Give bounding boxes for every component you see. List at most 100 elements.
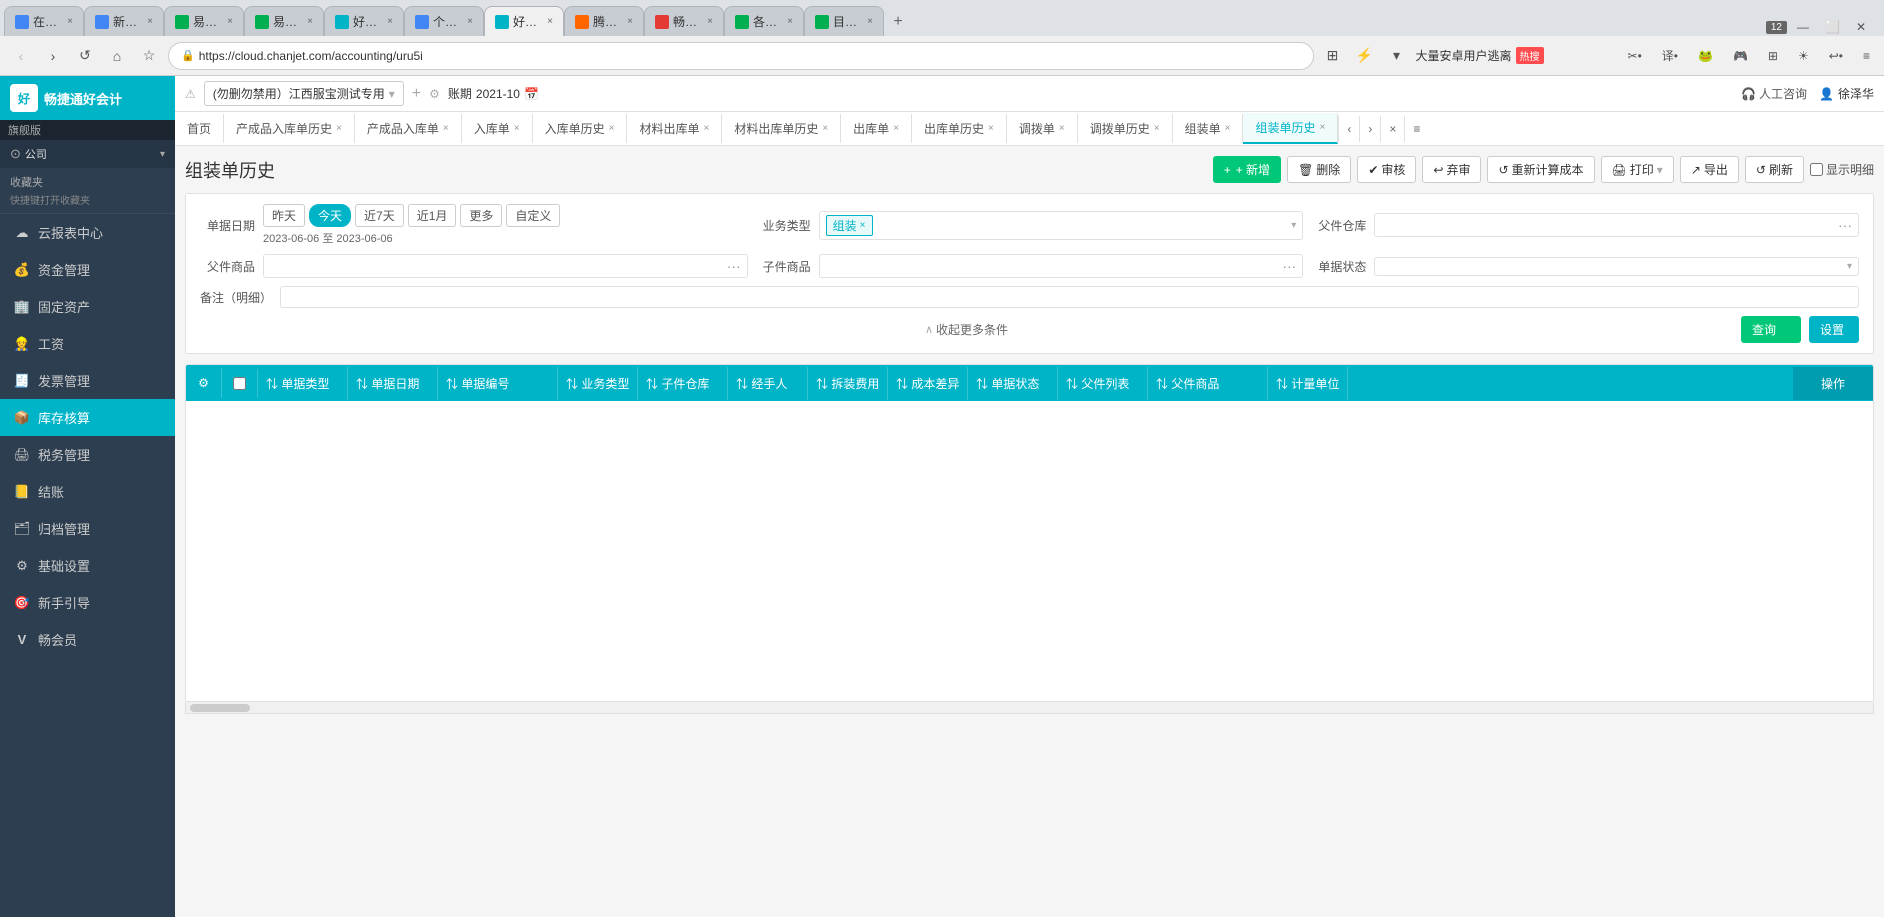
undo-icon[interactable]: ↩• xyxy=(1823,47,1849,65)
th-order-no[interactable]: ⇅ 单据编号 xyxy=(438,367,558,400)
print-button[interactable]: 🖨 打印 ▾ xyxy=(1601,156,1674,183)
parent-item-select[interactable]: ··· xyxy=(263,254,748,278)
browser-tab-5[interactable]: 好… × xyxy=(324,6,404,36)
company-selector[interactable]: ⊙ 公司 ▾ xyxy=(0,140,175,168)
grid-icon[interactable]: ⊞ xyxy=(1762,47,1784,65)
tab-out-order-history-close[interactable]: × xyxy=(988,123,994,134)
browser-tab-9[interactable]: 畅… × xyxy=(644,6,724,36)
tab-out-order-history[interactable]: 出库单历史 × xyxy=(912,114,1007,143)
th-checkbox[interactable] xyxy=(222,369,258,398)
th-biz-type[interactable]: ⇅ 业务类型 xyxy=(558,367,638,400)
lightning-button[interactable]: ⚡ xyxy=(1352,43,1378,69)
order-status-select[interactable]: ▾ xyxy=(1374,257,1859,276)
th-disassembly-fee[interactable]: ⇅ 拆装费用 xyxy=(808,367,888,400)
sidebar-item-checkout[interactable]: 📒 结账 xyxy=(0,473,175,510)
sidebar-item-archive[interactable]: 🗂 归档管理 xyxy=(0,510,175,547)
tab-close-7[interactable]: × xyxy=(547,16,553,27)
forward-button[interactable]: › xyxy=(40,43,66,69)
tab-production-in-close[interactable]: × xyxy=(443,123,449,134)
export-button[interactable]: ↗ 导出 xyxy=(1680,156,1739,183)
th-order-date[interactable]: ⇅ 单据日期 xyxy=(348,367,438,400)
browser-tab-4[interactable]: 易… × xyxy=(244,6,324,36)
horizontal-scrollbar[interactable] xyxy=(185,702,1874,714)
sidebar-item-guide[interactable]: 🎯 新手引导 xyxy=(0,584,175,621)
tab-production-in[interactable]: 产成品入库单 × xyxy=(355,114,462,143)
game-icon[interactable]: 🎮 xyxy=(1727,47,1754,65)
sidebar-item-invoice[interactable]: 🧾 发票管理 xyxy=(0,362,175,399)
date-today[interactable]: 今天 xyxy=(309,204,351,227)
parent-item-more-btn[interactable]: ··· xyxy=(727,258,741,274)
sidebar-item-payroll[interactable]: 👷 工资 xyxy=(0,325,175,362)
tab-prev-button[interactable]: ‹ xyxy=(1338,116,1359,142)
tab-home[interactable]: 首页 xyxy=(175,114,224,143)
tab-production-in-history-close[interactable]: × xyxy=(336,123,342,134)
date-more[interactable]: 更多 xyxy=(460,204,502,227)
tab-close-all-button[interactable]: × xyxy=(1380,116,1404,142)
setting-button[interactable]: 设置 xyxy=(1809,316,1859,343)
sidebar-item-tax[interactable]: 🖨 税务管理 xyxy=(0,436,175,473)
tab-close-1[interactable]: × xyxy=(67,16,73,27)
service-button[interactable]: 🎧 人工咨询 xyxy=(1741,85,1807,102)
add-company-icon[interactable]: + xyxy=(412,85,421,103)
browser-tab-11[interactable]: 目… × xyxy=(804,6,884,36)
settings-gear-icon[interactable]: ⚙ xyxy=(429,87,440,101)
th-child-warehouse[interactable]: ⇅ 子件仓库 xyxy=(638,367,728,400)
browser-tab-6[interactable]: 个… × xyxy=(404,6,484,36)
back-button[interactable]: ‹ xyxy=(8,43,34,69)
audit-button[interactable]: ✔ 审核 xyxy=(1357,156,1416,183)
biz-type-select[interactable]: 组装 × ▾ xyxy=(819,211,1304,240)
tab-transfer-history[interactable]: 调拨单历史 × xyxy=(1078,114,1173,143)
new-tab-button[interactable]: + xyxy=(884,8,912,36)
tab-close-3[interactable]: × xyxy=(227,16,233,27)
scrollbar-thumb[interactable] xyxy=(190,704,250,712)
tab-assembly-close[interactable]: × xyxy=(1225,123,1231,134)
tab-transfer[interactable]: 调拨单 × xyxy=(1007,114,1078,143)
close-window-btn[interactable]: ✕ xyxy=(1850,18,1872,36)
show-detail-input[interactable] xyxy=(1810,163,1823,176)
sidebar-item-cloud-report[interactable]: ☁ 云报表中心 xyxy=(0,214,175,251)
tab-material-out-history-close[interactable]: × xyxy=(822,123,828,134)
date-7days[interactable]: 近7天 xyxy=(355,204,404,227)
sidebar-item-finance[interactable]: 💰 资金管理 xyxy=(0,251,175,288)
tab-close-4[interactable]: × xyxy=(307,16,313,27)
query-button[interactable]: 查询 xyxy=(1741,316,1801,343)
abandon-button[interactable]: ↩ 弃审 xyxy=(1422,156,1481,183)
tab-in-order-close[interactable]: × xyxy=(514,123,520,134)
bookmark-button[interactable]: ☆ xyxy=(136,43,162,69)
calendar-icon[interactable]: 📅 xyxy=(524,87,539,101)
tab-in-order[interactable]: 入库单 × xyxy=(462,114,533,143)
tab-in-order-history[interactable]: 入库单历史 × xyxy=(533,114,628,143)
sidebar-item-settings[interactable]: ⚙ 基础设置 xyxy=(0,547,175,584)
th-parent-item[interactable]: ⇅ 父件商品 xyxy=(1148,367,1268,400)
note-input[interactable] xyxy=(280,286,1859,308)
browser-tab-7[interactable]: 好… × xyxy=(484,6,564,36)
th-handler[interactable]: ⇅ 经手人 xyxy=(728,367,808,400)
add-button[interactable]: + + 新增 xyxy=(1213,156,1281,183)
th-cost-diff[interactable]: ⇅ 成本差异 xyxy=(888,367,968,400)
parent-warehouse-more-btn[interactable]: ··· xyxy=(1838,217,1852,233)
tab-assembly-history[interactable]: 组装单历史 × xyxy=(1243,113,1338,144)
sidebar-item-inventory[interactable]: 📦 库存核算 xyxy=(0,399,175,436)
th-order-status[interactable]: ⇅ 单据状态 xyxy=(968,367,1058,400)
tab-material-out-history[interactable]: 材料出库单历史 × xyxy=(722,114,841,143)
refresh-browser-button[interactable]: ↺ xyxy=(72,43,98,69)
tab-assembly[interactable]: 组装单 × xyxy=(1173,114,1244,143)
tab-assembly-history-close[interactable]: × xyxy=(1319,122,1325,133)
tab-out-order-close[interactable]: × xyxy=(893,123,899,134)
home-button[interactable]: ⌂ xyxy=(104,43,130,69)
emoji-icon[interactable]: 🐸 xyxy=(1692,47,1719,65)
tab-production-in-history[interactable]: 产成品入库单历史 × xyxy=(224,114,355,143)
select-all-checkbox[interactable] xyxy=(233,377,246,390)
browser-tab-10[interactable]: 各… × xyxy=(724,6,804,36)
tab-transfer-history-close[interactable]: × xyxy=(1154,123,1160,134)
tab-close-9[interactable]: × xyxy=(707,16,713,27)
tab-close-2[interactable]: × xyxy=(147,16,153,27)
maximize-btn[interactable]: ⬜ xyxy=(1819,18,1846,36)
th-order-type[interactable]: ⇅ 单据类型 xyxy=(258,367,348,400)
tab-out-order[interactable]: 出库单 × xyxy=(841,114,912,143)
scissors-icon[interactable]: ✂• xyxy=(1622,47,1648,65)
browser-tab-3[interactable]: 易… × xyxy=(164,6,244,36)
date-1month[interactable]: 近1月 xyxy=(408,204,457,227)
date-custom[interactable]: 自定义 xyxy=(506,204,560,227)
refresh-button[interactable]: ↺ 刷新 xyxy=(1745,156,1804,183)
